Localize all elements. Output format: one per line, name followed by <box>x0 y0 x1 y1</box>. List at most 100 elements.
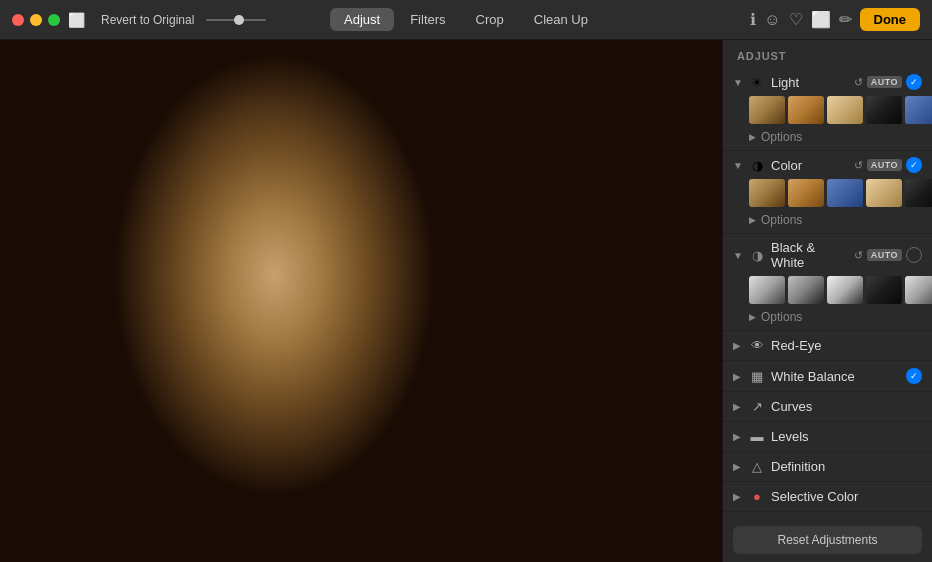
light-thumb-1[interactable] <box>749 96 785 124</box>
bw-options-chevron-icon: ▶ <box>749 312 756 322</box>
right-panel: ADJUST ▼ ☀ Light ↺ AUTO ✓ <box>722 40 932 562</box>
color-thumb-4[interactable] <box>866 179 902 207</box>
row-levels[interactable]: ▶ ▬ Levels <box>723 422 932 452</box>
red-eye-chevron-icon: ▶ <box>733 340 743 351</box>
nav-tabs: Adjust Filters Crop Clean Up <box>330 8 602 31</box>
light-chevron-icon: ▼ <box>733 77 743 88</box>
color-thumb-1[interactable] <box>749 179 785 207</box>
definition-icon: △ <box>749 459 765 474</box>
bw-thumb-2[interactable] <box>788 276 824 304</box>
light-check-icon[interactable]: ✓ <box>906 74 922 90</box>
row-selective-color[interactable]: ▶ ● Selective Color <box>723 482 932 512</box>
share-icon[interactable]: ⬜ <box>811 10 831 29</box>
wb-label: White Balance <box>771 369 900 384</box>
bw-toggle-icon[interactable] <box>906 247 922 263</box>
light-thumbs <box>723 96 932 128</box>
done-button[interactable]: Done <box>860 8 921 31</box>
photo-image <box>0 40 722 562</box>
definition-label: Definition <box>771 459 922 474</box>
section-light-header[interactable]: ▼ ☀ Light ↺ AUTO ✓ <box>723 68 932 96</box>
emoji-icon[interactable]: ☺ <box>764 11 780 29</box>
light-sun-icon: ☀ <box>749 75 765 90</box>
sc-label: Selective Color <box>771 489 922 504</box>
curves-icon: ↗ <box>749 399 765 414</box>
window-controls: ⬜ <box>68 12 85 28</box>
curves-chevron-icon: ▶ <box>733 401 743 412</box>
tab-adjust[interactable]: Adjust <box>330 8 394 31</box>
tab-crop[interactable]: Crop <box>462 8 518 31</box>
sc-icon: ● <box>749 489 765 504</box>
color-auto-badge[interactable]: AUTO <box>867 159 902 171</box>
light-title: Light <box>771 75 848 90</box>
main-layout: ADJUST ▼ ☀ Light ↺ AUTO ✓ <box>0 40 932 562</box>
bw-thumbs <box>723 276 932 308</box>
edit-icon[interactable]: ✏ <box>839 10 852 29</box>
bw-thumb-4[interactable] <box>866 276 902 304</box>
definition-chevron-icon: ▶ <box>733 461 743 472</box>
wb-icon: ▦ <box>749 369 765 384</box>
light-thumb-2[interactable] <box>788 96 824 124</box>
light-options-chevron-icon: ▶ <box>749 132 756 142</box>
bw-thumb-1[interactable] <box>749 276 785 304</box>
section-bw-header[interactable]: ▼ ◑ Black & White ↺ AUTO <box>723 234 932 276</box>
panel-header: ADJUST <box>723 40 932 68</box>
info-icon[interactable]: ℹ <box>750 10 756 29</box>
light-auto-badge[interactable]: AUTO <box>867 76 902 88</box>
bw-options-row[interactable]: ▶ Options <box>723 308 932 330</box>
minimize-button[interactable] <box>30 14 42 26</box>
row-definition[interactable]: ▶ △ Definition <box>723 452 932 482</box>
row-white-balance[interactable]: ▶ ▦ White Balance ✓ <box>723 361 932 392</box>
light-actions: ↺ AUTO ✓ <box>854 74 922 90</box>
color-chevron-icon: ▼ <box>733 160 743 171</box>
bw-options-label: Options <box>761 310 802 324</box>
zoom-slider-track[interactable] <box>206 19 266 21</box>
sc-chevron-icon: ▶ <box>733 491 743 502</box>
traffic-lights <box>12 14 60 26</box>
photo-area <box>0 40 722 562</box>
section-light: ▼ ☀ Light ↺ AUTO ✓ ▶ <box>723 68 932 151</box>
reset-adjustments-button[interactable]: Reset Adjustments <box>733 526 922 554</box>
levels-icon: ▬ <box>749 429 765 444</box>
titlebar: ⬜ Revert to Original Adjust Filters Crop… <box>0 0 932 40</box>
bw-thumb-5[interactable] <box>905 276 932 304</box>
revert-button[interactable]: Revert to Original <box>101 13 194 27</box>
levels-label: Levels <box>771 429 922 444</box>
sidebar-toggle-icon[interactable]: ⬜ <box>68 12 85 28</box>
bw-thumb-3[interactable] <box>827 276 863 304</box>
maximize-button[interactable] <box>48 14 60 26</box>
color-palette-icon: ◑ <box>749 158 765 173</box>
section-color: ▼ ◑ Color ↺ AUTO ✓ ▶ <box>723 151 932 234</box>
color-reset-icon[interactable]: ↺ <box>854 159 863 172</box>
tab-cleanup[interactable]: Clean Up <box>520 8 602 31</box>
section-bw: ▼ ◑ Black & White ↺ AUTO <box>723 234 932 331</box>
light-thumb-4[interactable] <box>866 96 902 124</box>
color-check-icon[interactable]: ✓ <box>906 157 922 173</box>
bw-reset-icon[interactable]: ↺ <box>854 249 863 262</box>
color-options-label: Options <box>761 213 802 227</box>
color-options-chevron-icon: ▶ <box>749 215 756 225</box>
bw-auto-badge[interactable]: AUTO <box>867 249 902 261</box>
light-options-row[interactable]: ▶ Options <box>723 128 932 150</box>
heart-icon[interactable]: ♡ <box>789 10 803 29</box>
color-thumb-3[interactable] <box>827 179 863 207</box>
color-thumb-5[interactable] <box>905 179 932 207</box>
bw-chevron-icon: ▼ <box>733 250 743 261</box>
color-options-row[interactable]: ▶ Options <box>723 211 932 233</box>
zoom-slider-thumb <box>234 15 244 25</box>
light-thumb-3[interactable] <box>827 96 863 124</box>
panel-scroll[interactable]: ▼ ☀ Light ↺ AUTO ✓ ▶ <box>723 68 932 518</box>
zoom-control <box>206 19 266 21</box>
light-reset-icon[interactable]: ↺ <box>854 76 863 89</box>
color-thumb-2[interactable] <box>788 179 824 207</box>
section-color-header[interactable]: ▼ ◑ Color ↺ AUTO ✓ <box>723 151 932 179</box>
row-curves[interactable]: ▶ ↗ Curves <box>723 392 932 422</box>
bw-title: Black & White <box>771 240 848 270</box>
levels-chevron-icon: ▶ <box>733 431 743 442</box>
row-red-eye[interactable]: ▶ 👁 Red-Eye <box>723 331 932 361</box>
color-title: Color <box>771 158 848 173</box>
tab-filters[interactable]: Filters <box>396 8 459 31</box>
light-options-label: Options <box>761 130 802 144</box>
light-thumb-5[interactable] <box>905 96 932 124</box>
wb-check-icon[interactable]: ✓ <box>906 368 922 384</box>
close-button[interactable] <box>12 14 24 26</box>
